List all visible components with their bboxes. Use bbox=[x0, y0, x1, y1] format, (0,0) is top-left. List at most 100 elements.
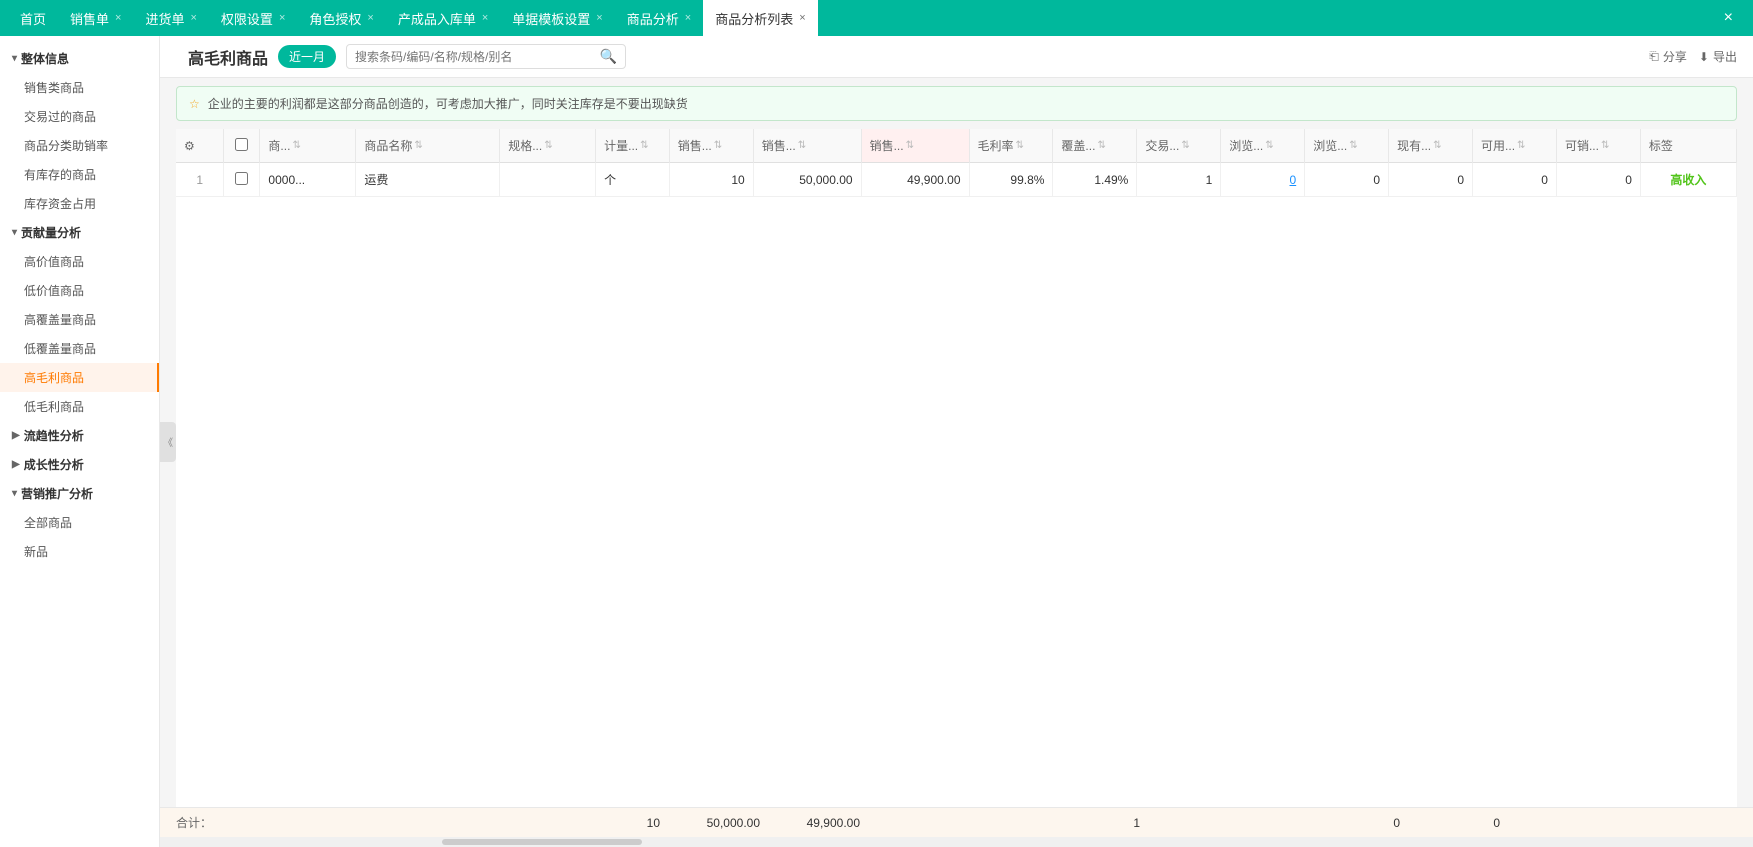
data-table: ⚙ 商...⇅ 商品名称⇅ 规格...⇅ bbox=[176, 129, 1737, 197]
cell-num: 1 bbox=[176, 163, 224, 197]
col-header-sales-cost[interactable]: 销售...⇅ bbox=[861, 129, 969, 163]
nav-goods-analysis-close[interactable]: × bbox=[685, 12, 691, 24]
arrow-icon-2: ▾ bbox=[12, 227, 17, 238]
sidebar-item-all-goods[interactable]: 全部商品 bbox=[0, 508, 159, 537]
sidebar-group-contribution[interactable]: ▾ 贡献量分析 bbox=[0, 218, 159, 247]
sidebar-item-low-cover[interactable]: 低覆盖量商品 bbox=[0, 334, 159, 363]
col-header-stock1[interactable]: 现有...⇅ bbox=[1389, 129, 1473, 163]
sidebar-group-growth[interactable]: ▶ 成长性分析 bbox=[0, 450, 159, 479]
scrollbar-thumb[interactable] bbox=[442, 839, 642, 845]
sidebar-item-sales-goods[interactable]: 销售类商品 bbox=[0, 73, 159, 102]
cell-sales-cost: 49,900.00 bbox=[861, 163, 969, 197]
page-title: 高毛利商品 bbox=[188, 45, 268, 69]
sidebar-item-in-stock[interactable]: 有库存的商品 bbox=[0, 160, 159, 189]
search-icon[interactable]: 🔍 bbox=[600, 48, 617, 65]
col-header-spec[interactable]: 规格...⇅ bbox=[500, 129, 596, 163]
col-header-browse2[interactable]: 浏览...⇅ bbox=[1305, 129, 1389, 163]
nav-goods-analysis-list[interactable]: 商品分析列表 × bbox=[703, 0, 817, 36]
cell-stock2: 0 bbox=[1473, 163, 1557, 197]
sidebar-item-category-rate[interactable]: 商品分类助销率 bbox=[0, 131, 159, 160]
cell-stock1: 0 bbox=[1389, 163, 1473, 197]
sidebar: ▾ 整体信息 销售类商品 交易过的商品 商品分类助销率 有库存的商品 库存资金占… bbox=[0, 36, 160, 847]
nav-home[interactable]: 首页 bbox=[8, 0, 58, 36]
col-header-stock3[interactable]: 可销...⇅ bbox=[1556, 129, 1640, 163]
nav-product-in[interactable]: 产成品入库单 × bbox=[386, 0, 500, 36]
col-header-browse1[interactable]: 浏览...⇅ bbox=[1221, 129, 1305, 163]
table-row: 1 0000... 运费 个 10 50,000.00 49,900.00 99… bbox=[176, 163, 1737, 197]
nav-purchase[interactable]: 进货单 × bbox=[133, 0, 208, 36]
sidebar-collapse-btn[interactable]: 《 bbox=[160, 422, 176, 462]
sidebar-item-high-margin[interactable]: 高毛利商品 bbox=[0, 363, 159, 392]
main-layout: ▾ 整体信息 销售类商品 交易过的商品 商品分类助销率 有库存的商品 库存资金占… bbox=[0, 36, 1753, 847]
col-header-unit[interactable]: 计量...⇅ bbox=[596, 129, 670, 163]
footer-stock1: 0 bbox=[1320, 816, 1400, 830]
nav-template[interactable]: 单据模板设置 × bbox=[500, 0, 614, 36]
sidebar-group-overall[interactable]: ▾ 整体信息 bbox=[0, 44, 159, 73]
arrow-icon-5: ▾ bbox=[12, 488, 17, 499]
nav-purchase-close[interactable]: × bbox=[190, 12, 196, 24]
sidebar-item-high-value[interactable]: 高价值商品 bbox=[0, 247, 159, 276]
export-btn[interactable]: ⬇ 导出 bbox=[1699, 48, 1737, 65]
sidebar-group-trend[interactable]: ▶ 流趋性分析 bbox=[0, 421, 159, 450]
content-header: 高毛利商品 近一月 🔍 ⎗ 分享 ⬇ 导出 bbox=[160, 36, 1753, 78]
cell-trade: 1 bbox=[1137, 163, 1221, 197]
cell-sales-qty: 10 bbox=[669, 163, 753, 197]
header-actions: ⎗ 分享 ⬇ 导出 bbox=[1649, 48, 1737, 65]
nav-sales[interactable]: 销售单 × bbox=[58, 0, 133, 36]
sidebar-item-low-margin[interactable]: 低毛利商品 bbox=[0, 392, 159, 421]
col-header-name[interactable]: 商品名称⇅ bbox=[356, 129, 500, 163]
nav-sales-close[interactable]: × bbox=[115, 12, 121, 24]
col-header-code[interactable]: 商...⇅ bbox=[260, 129, 356, 163]
sidebar-item-new-goods[interactable]: 新品 bbox=[0, 537, 159, 566]
col-header-sales-amt[interactable]: 销售...⇅ bbox=[753, 129, 861, 163]
filter-recent-month-btn[interactable]: 近一月 bbox=[278, 45, 336, 68]
footer-label: 合计： bbox=[176, 814, 212, 831]
col-header-check[interactable] bbox=[224, 129, 260, 163]
cell-sales-amt: 50,000.00 bbox=[753, 163, 861, 197]
col-header-stock2[interactable]: 可用...⇅ bbox=[1473, 129, 1557, 163]
col-header-trade[interactable]: 交易...⇅ bbox=[1137, 129, 1221, 163]
share-btn[interactable]: ⎗ 分享 bbox=[1649, 48, 1687, 65]
nav-product-in-close[interactable]: × bbox=[482, 12, 488, 24]
footer-sales-cost: 49,900.00 bbox=[780, 816, 860, 830]
row-checkbox[interactable] bbox=[235, 172, 248, 185]
col-header-gross-rate[interactable]: 毛利率⇅ bbox=[969, 129, 1053, 163]
arrow-icon-4: ▶ bbox=[12, 459, 20, 470]
sidebar-item-traded-goods[interactable]: 交易过的商品 bbox=[0, 102, 159, 131]
bottom-scrollbar[interactable] bbox=[160, 837, 1753, 847]
top-nav: 首页 销售单 × 进货单 × 权限设置 × 角色授权 × 产成品入库单 × 单据… bbox=[0, 0, 1753, 36]
col-header-tag[interactable]: 标签 bbox=[1640, 129, 1736, 163]
table-footer: 合计： 10 50,000.00 49,900.00 1 0 0 bbox=[160, 807, 1753, 837]
cell-check[interactable] bbox=[224, 163, 260, 197]
nav-goods-analysis-list-close[interactable]: × bbox=[799, 12, 805, 24]
select-all-checkbox[interactable] bbox=[235, 138, 248, 151]
nav-role[interactable]: 角色授权 × bbox=[297, 0, 385, 36]
search-box: 🔍 bbox=[346, 44, 626, 69]
content-area: 《 高毛利商品 近一月 🔍 ⎗ 分享 ⬇ 导出 ☆ 企 bbox=[160, 36, 1753, 847]
window-close-btn[interactable]: × bbox=[1712, 9, 1745, 27]
info-icon: ☆ bbox=[189, 97, 200, 111]
cell-tag: 高收入 bbox=[1640, 163, 1736, 197]
footer-stock2: 0 bbox=[1420, 816, 1500, 830]
col-header-settings[interactable]: ⚙ bbox=[176, 129, 224, 163]
sidebar-item-low-value[interactable]: 低价值商品 bbox=[0, 276, 159, 305]
col-header-sales-qty[interactable]: 销售...⇅ bbox=[669, 129, 753, 163]
nav-goods-analysis[interactable]: 商品分析 × bbox=[615, 0, 703, 36]
sidebar-item-stock-capital[interactable]: 库存资金占用 bbox=[0, 189, 159, 218]
nav-permission-close[interactable]: × bbox=[279, 12, 285, 24]
nav-permission[interactable]: 权限设置 × bbox=[209, 0, 297, 36]
cell-spec bbox=[500, 163, 596, 197]
table-header-row: ⚙ 商...⇅ 商品名称⇅ 规格...⇅ bbox=[176, 129, 1737, 163]
nav-role-close[interactable]: × bbox=[367, 12, 373, 24]
cell-browse2: 0 bbox=[1305, 163, 1389, 197]
sidebar-item-high-cover[interactable]: 高覆盖量商品 bbox=[0, 305, 159, 334]
share-icon: ⎗ bbox=[1649, 49, 1659, 64]
arrow-icon: ▾ bbox=[12, 53, 17, 64]
sidebar-group-marketing[interactable]: ▾ 营销推广分析 bbox=[0, 479, 159, 508]
cell-browse1[interactable]: 0 bbox=[1221, 163, 1305, 197]
footer-sales-amt: 50,000.00 bbox=[680, 816, 760, 830]
search-input[interactable] bbox=[355, 50, 600, 64]
browse1-link[interactable]: 0 bbox=[1290, 173, 1297, 187]
nav-template-close[interactable]: × bbox=[596, 12, 602, 24]
col-header-cover[interactable]: 覆盖...⇅ bbox=[1053, 129, 1137, 163]
